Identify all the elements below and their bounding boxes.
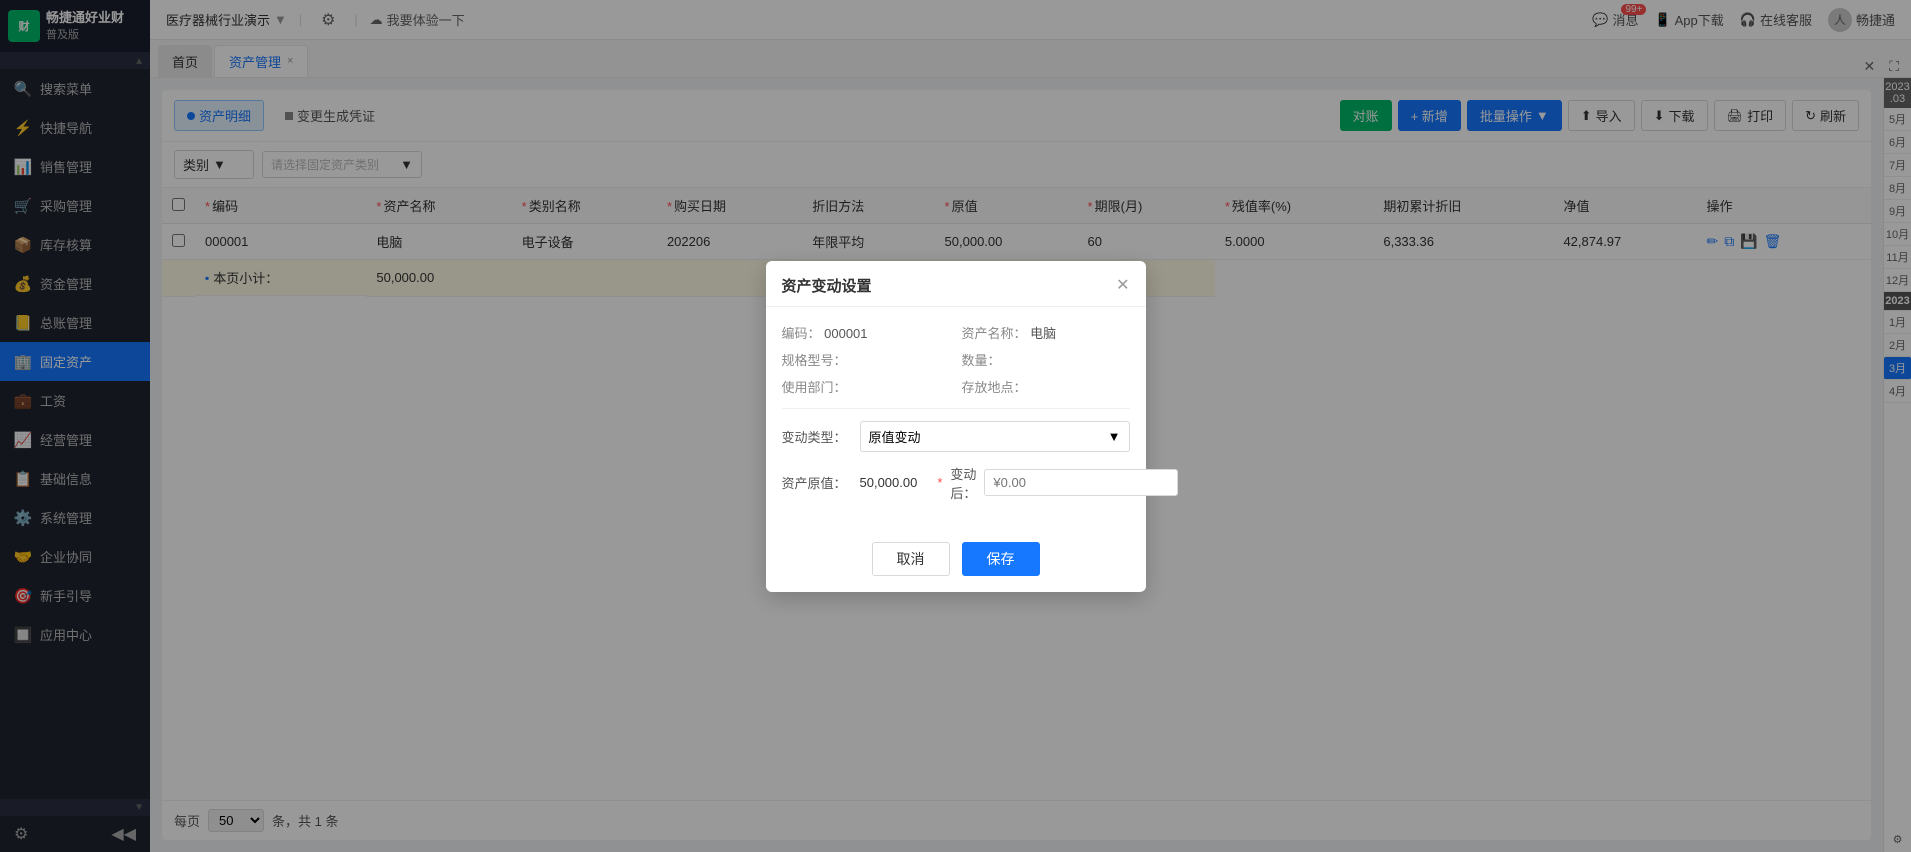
modal-close-btn[interactable]: ✕ bbox=[1116, 275, 1129, 295]
modal-divider bbox=[782, 408, 1130, 409]
modal-save-btn[interactable]: 保存 bbox=[962, 542, 1040, 576]
modal-change-type-label: 变动类型： bbox=[782, 427, 852, 446]
modal-qty-row: 数量： bbox=[962, 350, 1130, 369]
modal-body: 编码： 000001 资产名称： 电脑 规格型号： 数量： 使用部门： bbox=[766, 307, 1146, 530]
after-change-label: 变动后： bbox=[950, 464, 976, 502]
modal-overlay: 资产变动设置 ✕ 编码： 000001 资产名称： 电脑 规格型号： 数量： bbox=[0, 0, 1911, 852]
modal-change-type-value: 原值变动 bbox=[869, 427, 921, 446]
modal-location-label: 存放地点： bbox=[962, 380, 1027, 395]
modal-footer: 取消 保存 bbox=[766, 530, 1146, 592]
change-type-arrow: ▼ bbox=[1108, 429, 1121, 444]
modal-code-value: 000001 bbox=[824, 326, 867, 341]
after-change-input[interactable] bbox=[984, 469, 1178, 496]
modal-spec-row: 规格型号： bbox=[782, 350, 950, 369]
required-star: * bbox=[937, 475, 942, 490]
modal-qty-label: 数量： bbox=[962, 353, 1001, 368]
modal-info-grid: 编码： 000001 资产名称： 电脑 规格型号： 数量： 使用部门： bbox=[782, 323, 1130, 396]
modal-value-row: 资产原值： 50,000.00 * 变动后： bbox=[782, 464, 1130, 502]
modal-name-label: 资产名称： bbox=[962, 326, 1027, 341]
modal-title: 资产变动设置 bbox=[782, 275, 872, 296]
modal-dept-label: 使用部门： bbox=[782, 380, 847, 395]
modal-code-label: 编码： bbox=[782, 326, 821, 341]
modal-original-value-display: 50,000.00 bbox=[860, 475, 918, 490]
modal-change-type-select[interactable]: 原值变动 ▼ bbox=[860, 421, 1130, 452]
modal-dept-row: 使用部门： bbox=[782, 377, 950, 396]
modal-original-value-label: 资产原值： bbox=[782, 473, 852, 492]
modal-name-row: 资产名称： 电脑 bbox=[962, 323, 1130, 342]
modal-location-row: 存放地点： bbox=[962, 377, 1130, 396]
modal-cancel-btn[interactable]: 取消 bbox=[872, 542, 950, 576]
asset-change-modal: 资产变动设置 ✕ 编码： 000001 资产名称： 电脑 规格型号： 数量： bbox=[766, 261, 1146, 592]
modal-change-type-row: 变动类型： 原值变动 ▼ bbox=[782, 421, 1130, 452]
modal-header: 资产变动设置 ✕ bbox=[766, 261, 1146, 307]
modal-code-row: 编码： 000001 bbox=[782, 323, 950, 342]
modal-name-value: 电脑 bbox=[1030, 326, 1056, 341]
modal-spec-label: 规格型号： bbox=[782, 353, 847, 368]
save-label: 保存 bbox=[987, 551, 1015, 567]
cancel-label: 取消 bbox=[897, 551, 925, 567]
